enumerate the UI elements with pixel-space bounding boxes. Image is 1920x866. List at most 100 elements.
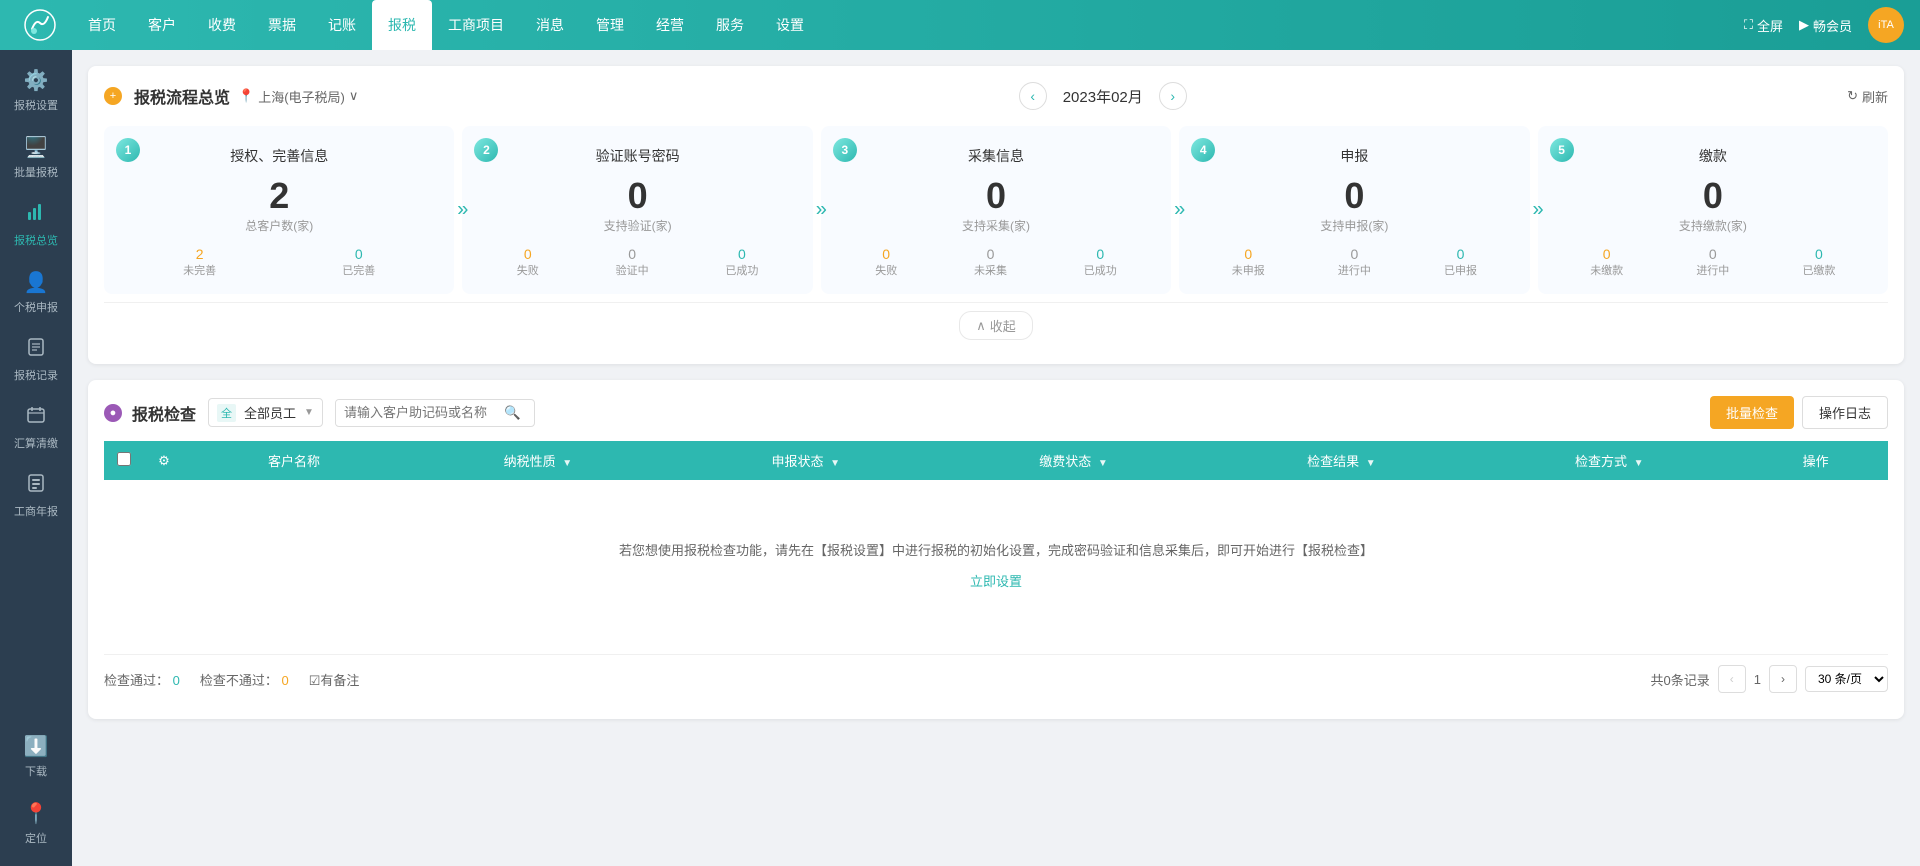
nav-item-invoices[interactable]: 票据: [252, 0, 312, 50]
sidebar-item-location-label: 定位: [25, 830, 47, 846]
step-1-stats: 2 未完善 0 已完善: [120, 246, 438, 278]
check-method-filter-icon[interactable]: ▼: [1634, 458, 1644, 469]
search-button[interactable]: 🔍: [496, 400, 529, 426]
th-check-result: 检查结果 ▼: [1207, 441, 1475, 480]
nav-item-management[interactable]: 管理: [580, 0, 640, 50]
step-1-incomplete-count[interactable]: 2: [196, 246, 204, 262]
sidebar-item-individual-tax[interactable]: 👤 个税申报: [0, 260, 72, 325]
main-content: + 报税流程总览 📍 上海(电子税局) ∨ ‹ 2023年02月 › ↻ 刷新 …: [72, 50, 1920, 866]
step-1-title: 授权、完善信息: [120, 142, 438, 166]
prev-month-button[interactable]: ‹: [1019, 82, 1047, 110]
overview-card-header: + 报税流程总览 📍 上海(电子税局) ∨ ‹ 2023年02月 › ↻ 刷新: [104, 82, 1888, 110]
nav-item-tax[interactable]: 报税: [372, 0, 432, 50]
step-1-stat-incomplete: 2 未完善: [183, 246, 216, 278]
employee-filter-label: 全部员工: [244, 403, 296, 422]
payment-status-filter-icon[interactable]: ▼: [1098, 458, 1108, 469]
settings-icon[interactable]: ⚙: [158, 453, 170, 468]
step-2-pending-label: 验证中: [616, 262, 649, 278]
step-3-title: 采集信息: [837, 142, 1155, 166]
search-box: 🔍: [335, 399, 535, 427]
th-tax-nature: 纳税性质 ▼: [404, 441, 672, 480]
th-operations-label: 操作: [1803, 454, 1829, 469]
employee-filter-dropdown[interactable]: 全 全部员工 ▼: [208, 398, 323, 427]
sidebar-item-tax-records[interactable]: 报税记录: [0, 327, 72, 393]
step-5-count: 0: [1554, 174, 1872, 217]
check-result-filter-icon[interactable]: ▼: [1366, 458, 1376, 469]
nav-item-home[interactable]: 首页: [72, 0, 132, 50]
step-3-stats: 0 失败 0 未采集 0 已成功: [837, 246, 1155, 278]
step-5-not-paid-count[interactable]: 0: [1603, 246, 1611, 262]
next-page-button[interactable]: ›: [1769, 665, 1797, 693]
step-1-complete-count[interactable]: 0: [355, 246, 363, 262]
step-3-pending-count[interactable]: 0: [987, 246, 995, 262]
process-step-3: 3 采集信息 0 支持采集(家) 0 失败 0 未采集 0 已成功: [821, 126, 1171, 294]
step-3-stat-fail: 0 失败: [875, 246, 897, 278]
step-4-filed-count[interactable]: 0: [1457, 246, 1465, 262]
table-container: ⚙ 客户名称 纳税性质 ▼ 申报状态 ▼: [104, 441, 1888, 650]
batch-check-button[interactable]: 批量检查: [1710, 396, 1794, 429]
per-page-select[interactable]: 30 条/页: [1805, 666, 1888, 692]
sidebar-item-annual-report-label: 工商年报: [14, 503, 58, 519]
avatar[interactable]: iTA: [1868, 7, 1904, 43]
table-empty-row: 若您想使用报税检查功能，请先在【报税设置】中进行报税的初始化设置，完成密码验证和…: [104, 480, 1888, 650]
sidebar-item-tax-settings[interactable]: ⚙️ 报税设置: [0, 58, 72, 123]
step-4-not-filed-count[interactable]: 0: [1244, 246, 1252, 262]
sidebar-item-annual-report[interactable]: 工商年报: [0, 463, 72, 529]
step-2-pending-count[interactable]: 0: [628, 246, 636, 262]
step-4-in-progress-count[interactable]: 0: [1351, 246, 1359, 262]
filing-status-filter-icon[interactable]: ▼: [830, 458, 840, 469]
tax-records-icon: [26, 337, 46, 363]
collapse-button[interactable]: ∧ 收起: [959, 311, 1033, 340]
step-2-stat-pending: 0 验证中: [616, 246, 649, 278]
go-to-settings-link[interactable]: 立即设置: [124, 571, 1868, 590]
step-5-in-progress-count[interactable]: 0: [1709, 246, 1717, 262]
next-month-button[interactable]: ›: [1159, 82, 1187, 110]
step-4-arrow: »: [1533, 199, 1544, 222]
nav-item-fees[interactable]: 收费: [192, 0, 252, 50]
note-filter[interactable]: ☑有备注: [309, 670, 360, 689]
process-step-1: 1 授权、完善信息 2 总客户数(家) 2 未完善 0 已完善 »: [104, 126, 454, 294]
chevron-down-icon: ∨: [349, 88, 359, 104]
prev-page-button[interactable]: ‹: [1718, 665, 1746, 693]
sidebar-item-tax-overview[interactable]: 报税总览: [0, 192, 72, 258]
step-2-stat-fail: 0 失败: [517, 246, 539, 278]
sidebar-item-download[interactable]: ⬇️ 下载: [0, 724, 72, 789]
step-5-paid-label: 已缴款: [1802, 262, 1835, 278]
step-2-success-count[interactable]: 0: [738, 246, 746, 262]
check-pass-count[interactable]: 0: [173, 673, 180, 688]
select-all-checkbox[interactable]: [117, 452, 131, 466]
operation-log-button[interactable]: 操作日志: [1802, 396, 1888, 429]
step-3-fail-count[interactable]: 0: [882, 246, 890, 262]
step-3-pending-label: 未采集: [974, 262, 1007, 278]
step-2-fail-count[interactable]: 0: [524, 246, 532, 262]
step-1-complete-label: 已完善: [342, 262, 375, 278]
step-5-title: 缴款: [1554, 142, 1872, 166]
sidebar-item-batch-tax[interactable]: 🖥️ 批量报税: [0, 125, 72, 190]
check-fail-count[interactable]: 0: [282, 673, 289, 688]
member-button[interactable]: ▶ 畅会员: [1799, 16, 1852, 35]
step-5-paid-count[interactable]: 0: [1815, 246, 1823, 262]
nav-item-customers[interactable]: 客户: [132, 0, 192, 50]
location-selector[interactable]: 📍 上海(电子税局) ∨: [238, 87, 358, 106]
collapse-up-icon: ∧: [976, 318, 986, 334]
process-steps: 1 授权、完善信息 2 总客户数(家) 2 未完善 0 已完善 »: [104, 126, 1888, 294]
nav-item-operations[interactable]: 经营: [640, 0, 700, 50]
nav-item-accounting[interactable]: 记账: [312, 0, 372, 50]
sidebar-item-settlement[interactable]: 汇算清缴: [0, 395, 72, 461]
nav-item-settings[interactable]: 设置: [760, 0, 820, 50]
search-input[interactable]: [336, 400, 496, 425]
step-4-not-filed-label: 未申报: [1232, 262, 1265, 278]
tax-nature-filter-icon[interactable]: ▼: [562, 458, 572, 469]
nav-item-messages[interactable]: 消息: [520, 0, 580, 50]
nav-item-business[interactable]: 工商项目: [432, 0, 520, 50]
app-logo[interactable]: [16, 9, 64, 41]
refresh-button[interactable]: ↻ 刷新: [1847, 87, 1888, 106]
step-3-success-count[interactable]: 0: [1096, 246, 1104, 262]
nav-item-services[interactable]: 服务: [700, 0, 760, 50]
th-check-method-label: 检查方式: [1575, 454, 1627, 469]
fullscreen-button[interactable]: ⛶ 全屏: [1744, 16, 1783, 35]
refresh-label: 刷新: [1862, 87, 1888, 106]
sidebar-item-location[interactable]: 📍 定位: [0, 791, 72, 856]
table-header-row: ⚙ 客户名称 纳税性质 ▼ 申报状态 ▼: [104, 441, 1888, 480]
step-4-stats: 0 未申报 0 进行中 0 已申报: [1195, 246, 1513, 278]
